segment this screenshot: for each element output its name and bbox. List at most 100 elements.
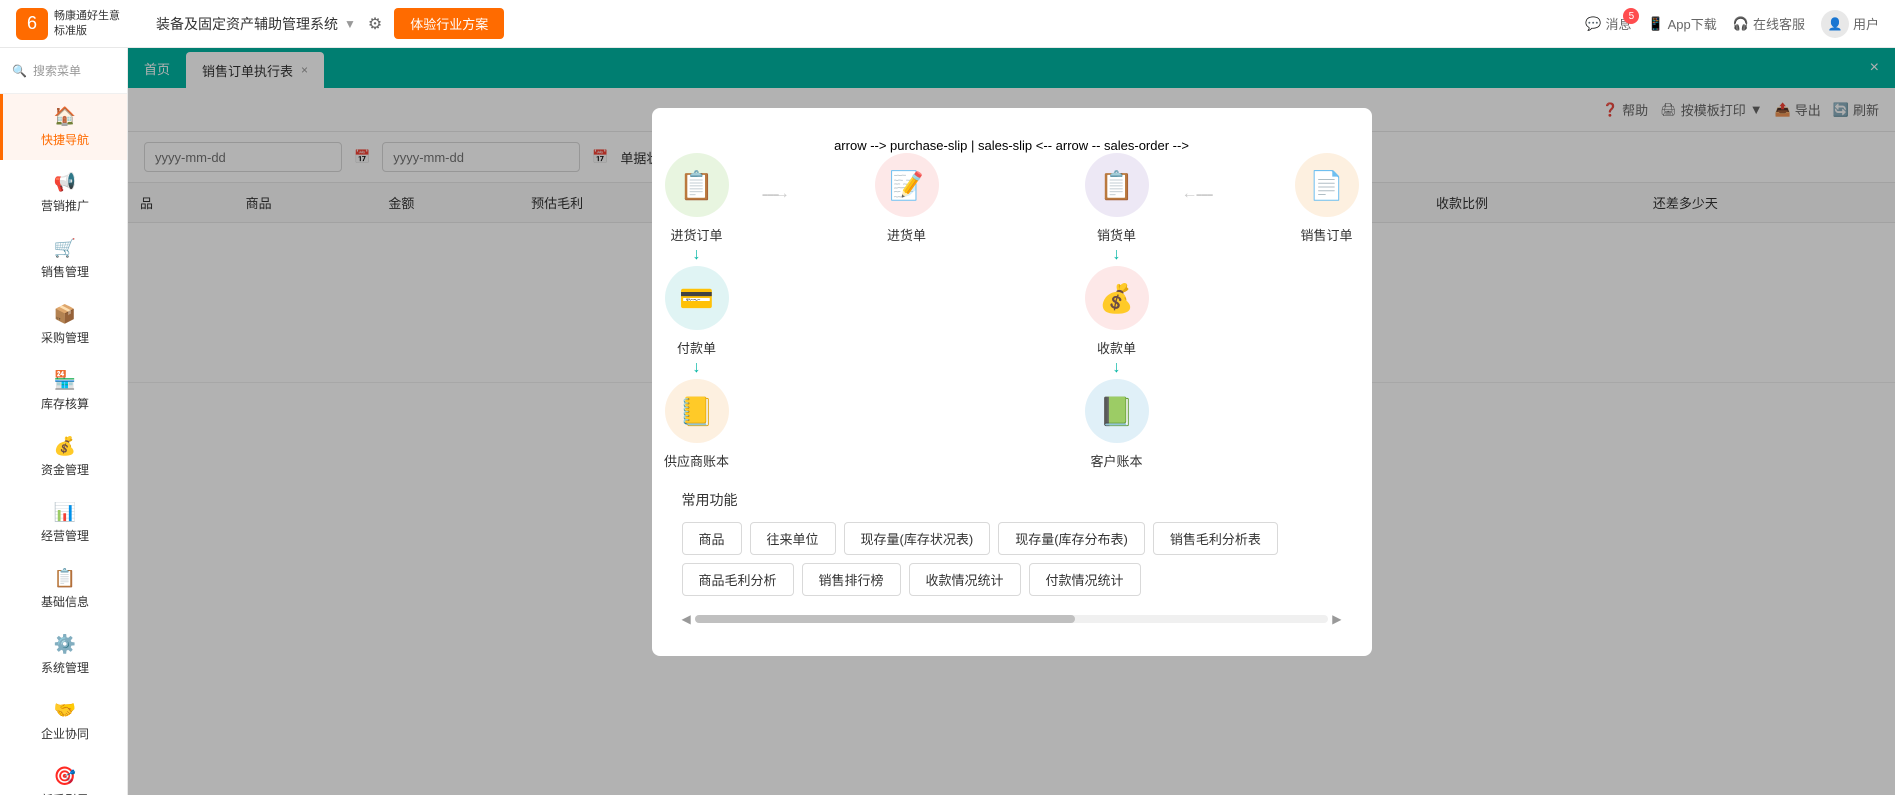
purchase-slip-label: 进货单: [887, 225, 926, 244]
flow-item-payment[interactable]: 💳 付款单: [632, 266, 762, 357]
sidebar-label-basic-info: 基础信息: [41, 593, 89, 610]
sidebar-label-enterprise: 企业协同: [41, 725, 89, 742]
supplier-label: 供应商账本: [664, 451, 729, 470]
common-btn-商品[interactable]: 商品: [682, 522, 742, 555]
overlay: arrow --> purchase-slip | sales-slip <--…: [128, 48, 1895, 795]
common-btn-现存量(库存状况表)[interactable]: 现存量(库存状况表): [844, 522, 991, 555]
top-right: 💬 消息 5 📱 App下载 🎧 在线客服 👤 用户: [1585, 10, 1879, 38]
payment-label: 付款单: [677, 338, 716, 357]
sidebar: 🔍 搜索菜单 🏠 快捷导航 📢 营销推广 🛒 销售管理 📦 采购管理 🏪 库存核…: [0, 48, 128, 795]
sidebar-label-purchase: 采购管理: [41, 329, 89, 346]
message-item[interactable]: 💬 消息 5: [1585, 14, 1631, 33]
sidebar-item-system[interactable]: ⚙️ 系统管理: [0, 622, 127, 688]
flow-item-purchase-order[interactable]: 📋 进货订单: [632, 153, 762, 244]
content-area: 首页 销售订单执行表 × × ❓ 帮助 🖨 按: [128, 48, 1895, 795]
customer-icon: 📗: [1085, 379, 1149, 443]
flow-item-supplier[interactable]: 📒 供应商账本: [632, 379, 762, 470]
common-title: 常用功能: [682, 490, 1342, 510]
common-btn-商品毛利分析[interactable]: 商品毛利分析: [682, 563, 794, 596]
online-service-icon: 🎧: [1733, 16, 1749, 32]
arrow-down-1: ↓: [693, 246, 701, 264]
common-btns: 商品往来单位现存量(库存状况表)现存量(库存分布表)销售毛利分析表商品毛利分析销…: [682, 522, 1342, 596]
sidebar-icon-finance: 💰: [54, 436, 76, 457]
arrow-down-3: ↓: [693, 359, 701, 377]
arrow-down-2: ↓: [1113, 246, 1121, 264]
sidebar-label-inventory: 库存核算: [41, 395, 89, 412]
sidebar-item-basic-info[interactable]: 📋 基础信息: [0, 556, 127, 622]
common-btn-销售排行榜[interactable]: 销售排行榜: [802, 563, 901, 596]
sidebar-item-operations[interactable]: 📊 经营管理: [0, 490, 127, 556]
sidebar-item-purchase[interactable]: 📦 采购管理: [0, 292, 127, 358]
sidebar-icon-marketing: 📢: [54, 172, 76, 193]
sidebar-label-sales: 销售管理: [41, 263, 89, 280]
search-icon: 🔍: [12, 64, 27, 78]
sidebar-label-system: 系统管理: [41, 659, 89, 676]
common-btn-现存量(库存分布表)[interactable]: 现存量(库存分布表): [998, 522, 1145, 555]
sidebar-item-quick-nav[interactable]: 🏠 快捷导航: [0, 94, 127, 160]
purchase-slip-icon: 📝: [875, 153, 939, 217]
sidebar-item-enterprise[interactable]: 🤝 企业协同: [0, 688, 127, 754]
common-btn-收款情况统计[interactable]: 收款情况统计: [909, 563, 1021, 596]
sidebar-label-beginner: 新手引导: [41, 791, 89, 795]
sidebar-search: 🔍 搜索菜单: [0, 48, 127, 94]
system-title: 装备及固定资产辅助管理系统 ▼: [156, 14, 356, 34]
message-icon: 💬: [1585, 16, 1601, 32]
sidebar-item-finance[interactable]: 💰 资金管理: [0, 424, 127, 490]
sidebar-icon-operations: 📊: [54, 502, 76, 523]
purchase-order-icon: 📋: [665, 153, 729, 217]
sidebar-label-marketing: 营销推广: [41, 197, 89, 214]
arrow-down-4: ↓: [1113, 359, 1121, 377]
scroll-left-btn[interactable]: ◀: [682, 612, 691, 626]
online-service-item[interactable]: 🎧 在线客服: [1733, 14, 1805, 33]
app-download-item[interactable]: 📱 App下载: [1647, 14, 1716, 33]
message-badge: 5: [1623, 8, 1639, 24]
sidebar-label-operations: 经营管理: [41, 527, 89, 544]
flow-item-purchase-slip[interactable]: 📝 进货单: [842, 153, 972, 244]
sidebar-item-sales[interactable]: 🛒 销售管理: [0, 226, 127, 292]
popup-scrollbar: ◀ ▶: [682, 612, 1342, 626]
receipt-icon: 💰: [1085, 266, 1149, 330]
logo-area: 6 畅康通好生意 标准版: [16, 8, 144, 40]
flow-item-sales-order[interactable]: 📄 销售订单: [1262, 153, 1392, 244]
sidebar-icon-basic-info: 📋: [54, 568, 76, 589]
popup-card: arrow --> purchase-slip | sales-slip <--…: [652, 108, 1372, 656]
flow-item-sales-slip[interactable]: 📋 销货单: [1052, 153, 1182, 244]
user-avatar: 👤: [1821, 10, 1849, 38]
sidebar-nav: 🏠 快捷导航 📢 营销推广 🛒 销售管理 📦 采购管理 🏪 库存核算 💰 资金管…: [0, 94, 127, 795]
flow-section: arrow --> purchase-slip | sales-slip <--…: [682, 138, 1342, 470]
scroll-right-btn[interactable]: ▶: [1332, 612, 1341, 626]
scrollbar-thumb: [695, 615, 1075, 623]
customer-label: 客户账本: [1090, 451, 1142, 470]
sidebar-item-inventory[interactable]: 🏪 库存核算: [0, 358, 127, 424]
sidebar-icon-enterprise: 🤝: [54, 700, 76, 721]
sales-slip-label: 销货单: [1097, 225, 1136, 244]
sidebar-label-quick-nav: 快捷导航: [41, 131, 89, 148]
common-btn-付款情况统计[interactable]: 付款情况统计: [1029, 563, 1141, 596]
sidebar-icon-purchase: 📦: [54, 304, 76, 325]
common-btn-销售毛利分析表[interactable]: 销售毛利分析表: [1153, 522, 1278, 555]
sidebar-item-beginner[interactable]: 🎯 新手引导: [0, 754, 127, 795]
sidebar-icon-system: ⚙️: [54, 634, 76, 655]
user-item[interactable]: 👤 用户: [1821, 10, 1879, 38]
system-title-dropdown[interactable]: ▼: [344, 17, 356, 31]
sales-slip-icon: 📋: [1085, 153, 1149, 217]
settings-icon[interactable]: ⚙: [368, 14, 382, 34]
sidebar-icon-sales: 🛒: [54, 238, 76, 259]
common-section: 常用功能 商品往来单位现存量(库存状况表)现存量(库存分布表)销售毛利分析表商品…: [682, 490, 1342, 596]
purchase-order-label: 进货订单: [670, 225, 722, 244]
scrollbar-track: [695, 615, 1329, 623]
flow-item-receipt[interactable]: 💰 收款单: [1052, 266, 1182, 357]
flow-item-customer[interactable]: 📗 客户账本: [1052, 379, 1182, 470]
sidebar-icon-beginner: 🎯: [54, 766, 76, 787]
common-btn-往来单位[interactable]: 往来单位: [750, 522, 836, 555]
supplier-icon: 📒: [665, 379, 729, 443]
trial-btn[interactable]: 体验行业方案: [394, 8, 504, 39]
sidebar-search-btn[interactable]: 🔍 搜索菜单: [8, 58, 119, 83]
app-download-icon: 📱: [1647, 16, 1663, 32]
receipt-label: 收款单: [1097, 338, 1136, 357]
sidebar-item-marketing[interactable]: 📢 营销推广: [0, 160, 127, 226]
logo-icon: 6: [16, 8, 48, 40]
logo-text: 畅康通好生意 标准版: [54, 9, 120, 38]
sidebar-icon-quick-nav: 🏠: [54, 106, 76, 127]
sidebar-label-finance: 资金管理: [41, 461, 89, 478]
